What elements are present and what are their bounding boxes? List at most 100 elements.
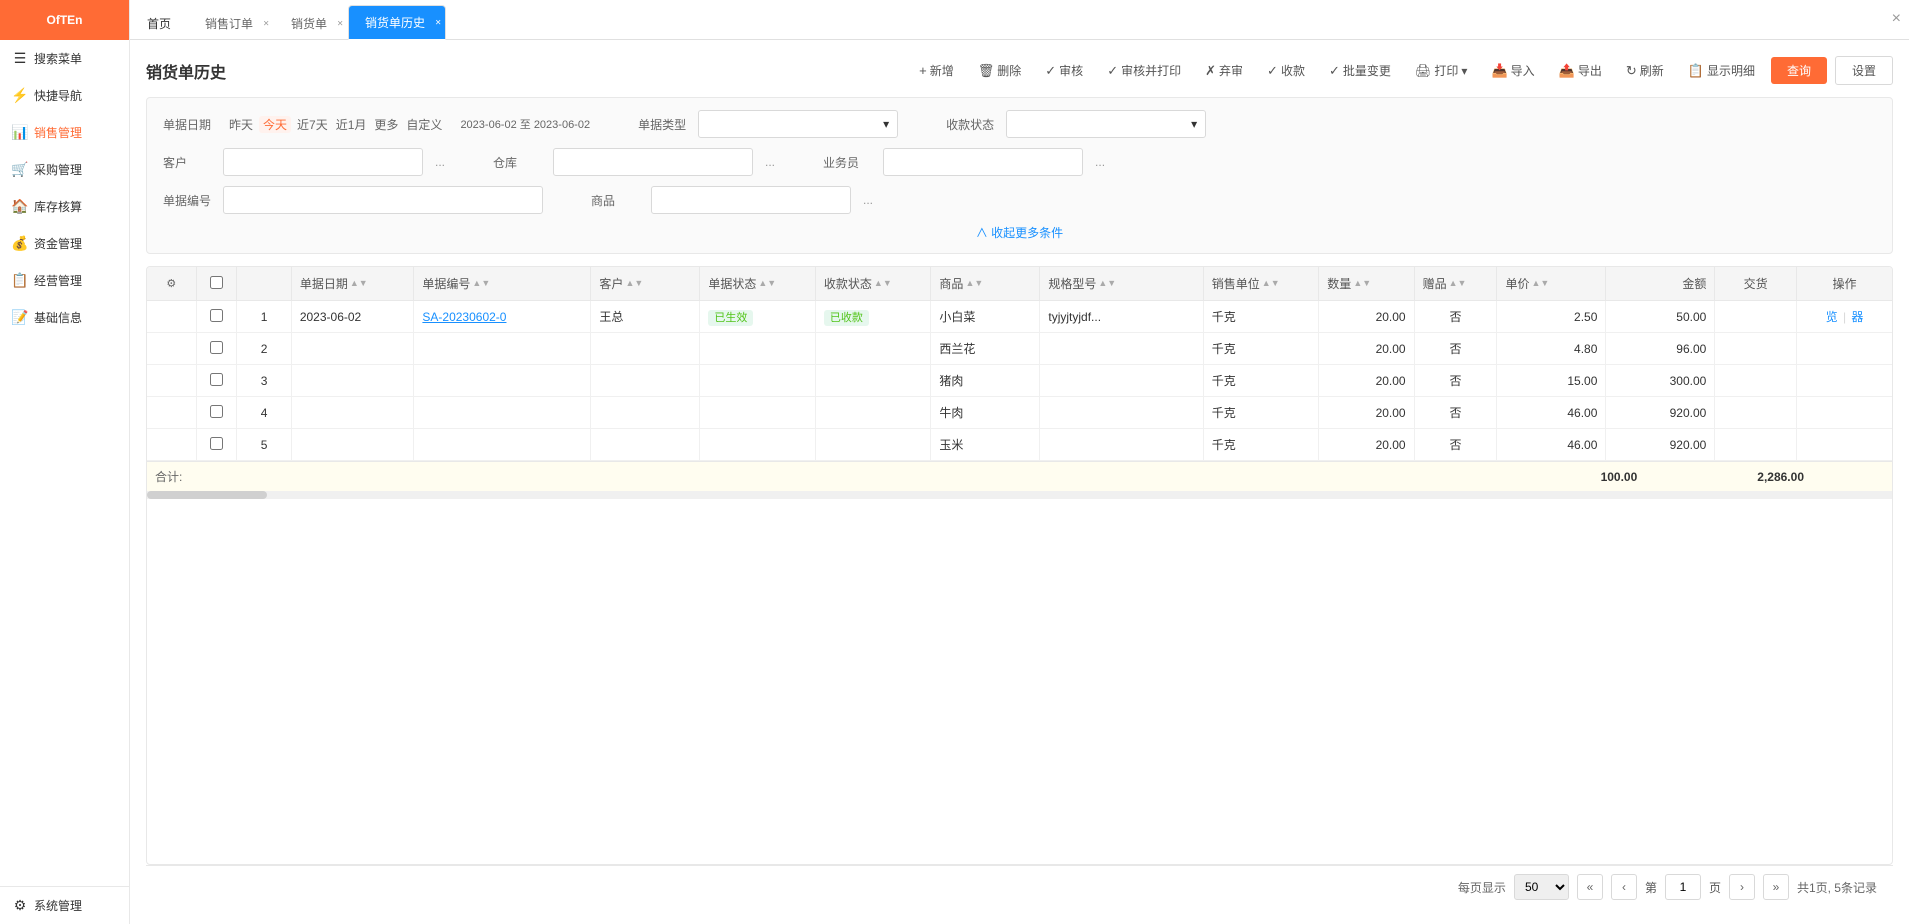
import-button[interactable]: 📥 导入: [1483, 58, 1542, 83]
th-unit[interactable]: 销售单位▲▼: [1203, 267, 1319, 301]
th-customer[interactable]: 客户▲▼: [591, 267, 700, 301]
row-select-4[interactable]: [210, 437, 223, 450]
shortcut-more[interactable]: 更多: [372, 116, 400, 133]
th-pay-status[interactable]: 收款状态▲▼: [815, 267, 931, 301]
row-checkbox-4[interactable]: [196, 429, 237, 461]
tab-sales-history[interactable]: 销货单历史 ×: [348, 5, 446, 40]
tab-close-sales-goods[interactable]: ×: [337, 18, 343, 29]
customer-dots[interactable]: ...: [435, 155, 445, 169]
row-date-4: [291, 429, 414, 461]
th-order-status[interactable]: 单据状态▲▼: [700, 267, 816, 301]
row-checkbox-3[interactable]: [196, 397, 237, 429]
row-gift-2: 否: [1414, 365, 1497, 397]
print-button[interactable]: 🖨 打印 ▾: [1407, 58, 1476, 83]
row-select-2[interactable]: [210, 373, 223, 386]
th-index: [237, 267, 291, 301]
sidebar-item-search[interactable]: ☰ 搜索菜单: [0, 40, 129, 77]
delete-button[interactable]: 🗑 删除: [970, 58, 1030, 83]
tab-sales-order[interactable]: 销售订单 ×: [188, 6, 274, 40]
shortcut-7days[interactable]: 近7天: [295, 116, 330, 133]
sidebar-item-sales[interactable]: 📊 销售管理: [0, 114, 129, 151]
sidebar-item-label: 资金管理: [34, 235, 82, 252]
setting-button[interactable]: 设置: [1835, 56, 1893, 85]
goods-dots[interactable]: ...: [863, 193, 873, 207]
prev-page-button[interactable]: ‹: [1611, 874, 1637, 900]
th-settings[interactable]: ⚙: [147, 267, 196, 301]
audit-button[interactable]: ✓ 审核: [1037, 58, 1091, 83]
tabs-close-all[interactable]: ×: [1892, 0, 1909, 39]
export-button[interactable]: 📤 导出: [1551, 58, 1610, 83]
page-number-input[interactable]: [1665, 874, 1701, 900]
footer-label: 合计:: [155, 468, 182, 485]
collect-button[interactable]: ✓ 收款: [1259, 58, 1313, 83]
quicknav-icon: ⚡: [12, 88, 28, 104]
sidebar-item-finance[interactable]: 💰 资金管理: [0, 225, 129, 262]
goods-input[interactable]: [651, 186, 851, 214]
th-price[interactable]: 单价▲▼: [1497, 267, 1606, 301]
row-pay-status-1: [815, 333, 931, 365]
sort-unit-icon: ▲▼: [1262, 279, 1280, 288]
row-no-1: [414, 333, 591, 365]
warehouse-input[interactable]: [553, 148, 753, 176]
sidebar-item-ops[interactable]: 📋 经营管理: [0, 262, 129, 299]
th-goods[interactable]: 商品▲▼: [931, 267, 1040, 301]
sidebar-item-label: 系统管理: [34, 897, 82, 914]
row-checkbox-2[interactable]: [196, 365, 237, 397]
op-view-btn-0[interactable]: 览: [1826, 310, 1838, 324]
row-index-2: 3: [237, 365, 291, 397]
first-page-button[interactable]: «: [1577, 874, 1603, 900]
show-detail-button[interactable]: 📋 显示明细: [1680, 58, 1763, 83]
query-button[interactable]: 查询: [1771, 57, 1827, 84]
op-more-btn-0[interactable]: 器: [1851, 310, 1863, 324]
th-gift[interactable]: 赠品▲▼: [1414, 267, 1497, 301]
import-icon: 📥: [1491, 63, 1507, 79]
row-select-1[interactable]: [210, 341, 223, 354]
salesman-input[interactable]: [883, 148, 1083, 176]
tab-close-history[interactable]: ×: [435, 17, 441, 28]
abandon-button[interactable]: ✗ 弃审: [1197, 58, 1251, 83]
th-date[interactable]: 单据日期▲▼: [291, 267, 414, 301]
th-no[interactable]: 单据编号▲▼: [414, 267, 591, 301]
sidebar-item-purchase[interactable]: 🛒 采购管理: [0, 151, 129, 188]
row-index-4: 5: [237, 429, 291, 461]
shortcut-1month[interactable]: 近1月: [334, 116, 369, 133]
horizontal-scrollbar[interactable]: [147, 491, 1892, 499]
row-index-0: 1: [237, 301, 291, 333]
pay-status-select[interactable]: ▾: [1006, 110, 1206, 138]
doc-no-input[interactable]: [223, 186, 543, 214]
warehouse-dots[interactable]: ...: [765, 155, 775, 169]
last-page-button[interactable]: »: [1763, 874, 1789, 900]
sidebar-item-basic[interactable]: 📝 基础信息: [0, 299, 129, 336]
salesman-dots[interactable]: ...: [1095, 155, 1105, 169]
sidebar-item-quicknav[interactable]: ⚡ 快捷导航: [0, 77, 129, 114]
select-all-checkbox[interactable]: [210, 276, 223, 289]
add-button[interactable]: + 新增: [911, 58, 962, 83]
collapse-button[interactable]: ∧ 收起更多条件: [163, 224, 1876, 241]
row-customer-3: [591, 397, 700, 429]
row-checkbox-0[interactable]: [196, 301, 237, 333]
shortcut-custom[interactable]: 自定义: [404, 116, 444, 133]
row-checkbox-1[interactable]: [196, 333, 237, 365]
sidebar-item-sys[interactable]: ⚙ 系统管理: [0, 887, 129, 924]
row-select-0[interactable]: [210, 309, 223, 322]
scrollbar-thumb[interactable]: [147, 491, 267, 499]
sidebar-item-inventory[interactable]: 🏠 库存核算: [0, 188, 129, 225]
tab-sales-goods[interactable]: 销货单 ×: [274, 6, 348, 40]
page-size-select[interactable]: 50 100 200: [1514, 874, 1569, 900]
customer-input[interactable]: [223, 148, 423, 176]
next-page-button[interactable]: ›: [1729, 874, 1755, 900]
audit-print-button[interactable]: ✓ 审核并打印: [1099, 58, 1189, 83]
row-no-2: [414, 365, 591, 397]
row-no-0[interactable]: SA-20230602-0: [414, 301, 591, 333]
th-spec[interactable]: 规格型号▲▼: [1040, 267, 1203, 301]
batch-change-button[interactable]: ✓ 批量变更: [1321, 58, 1399, 83]
row-no-link-0[interactable]: SA-20230602-0: [422, 310, 506, 324]
tab-close-sales-order[interactable]: ×: [263, 18, 269, 29]
shortcut-yesterday[interactable]: 昨天: [227, 116, 255, 133]
shortcut-today[interactable]: 今天: [259, 116, 291, 133]
doc-type-select[interactable]: ▾: [698, 110, 898, 138]
refresh-button[interactable]: ↻ 刷新: [1618, 58, 1672, 83]
row-select-3[interactable]: [210, 405, 223, 418]
th-qty[interactable]: 数量▲▼: [1319, 267, 1414, 301]
tab-home[interactable]: 首页: [130, 6, 188, 40]
